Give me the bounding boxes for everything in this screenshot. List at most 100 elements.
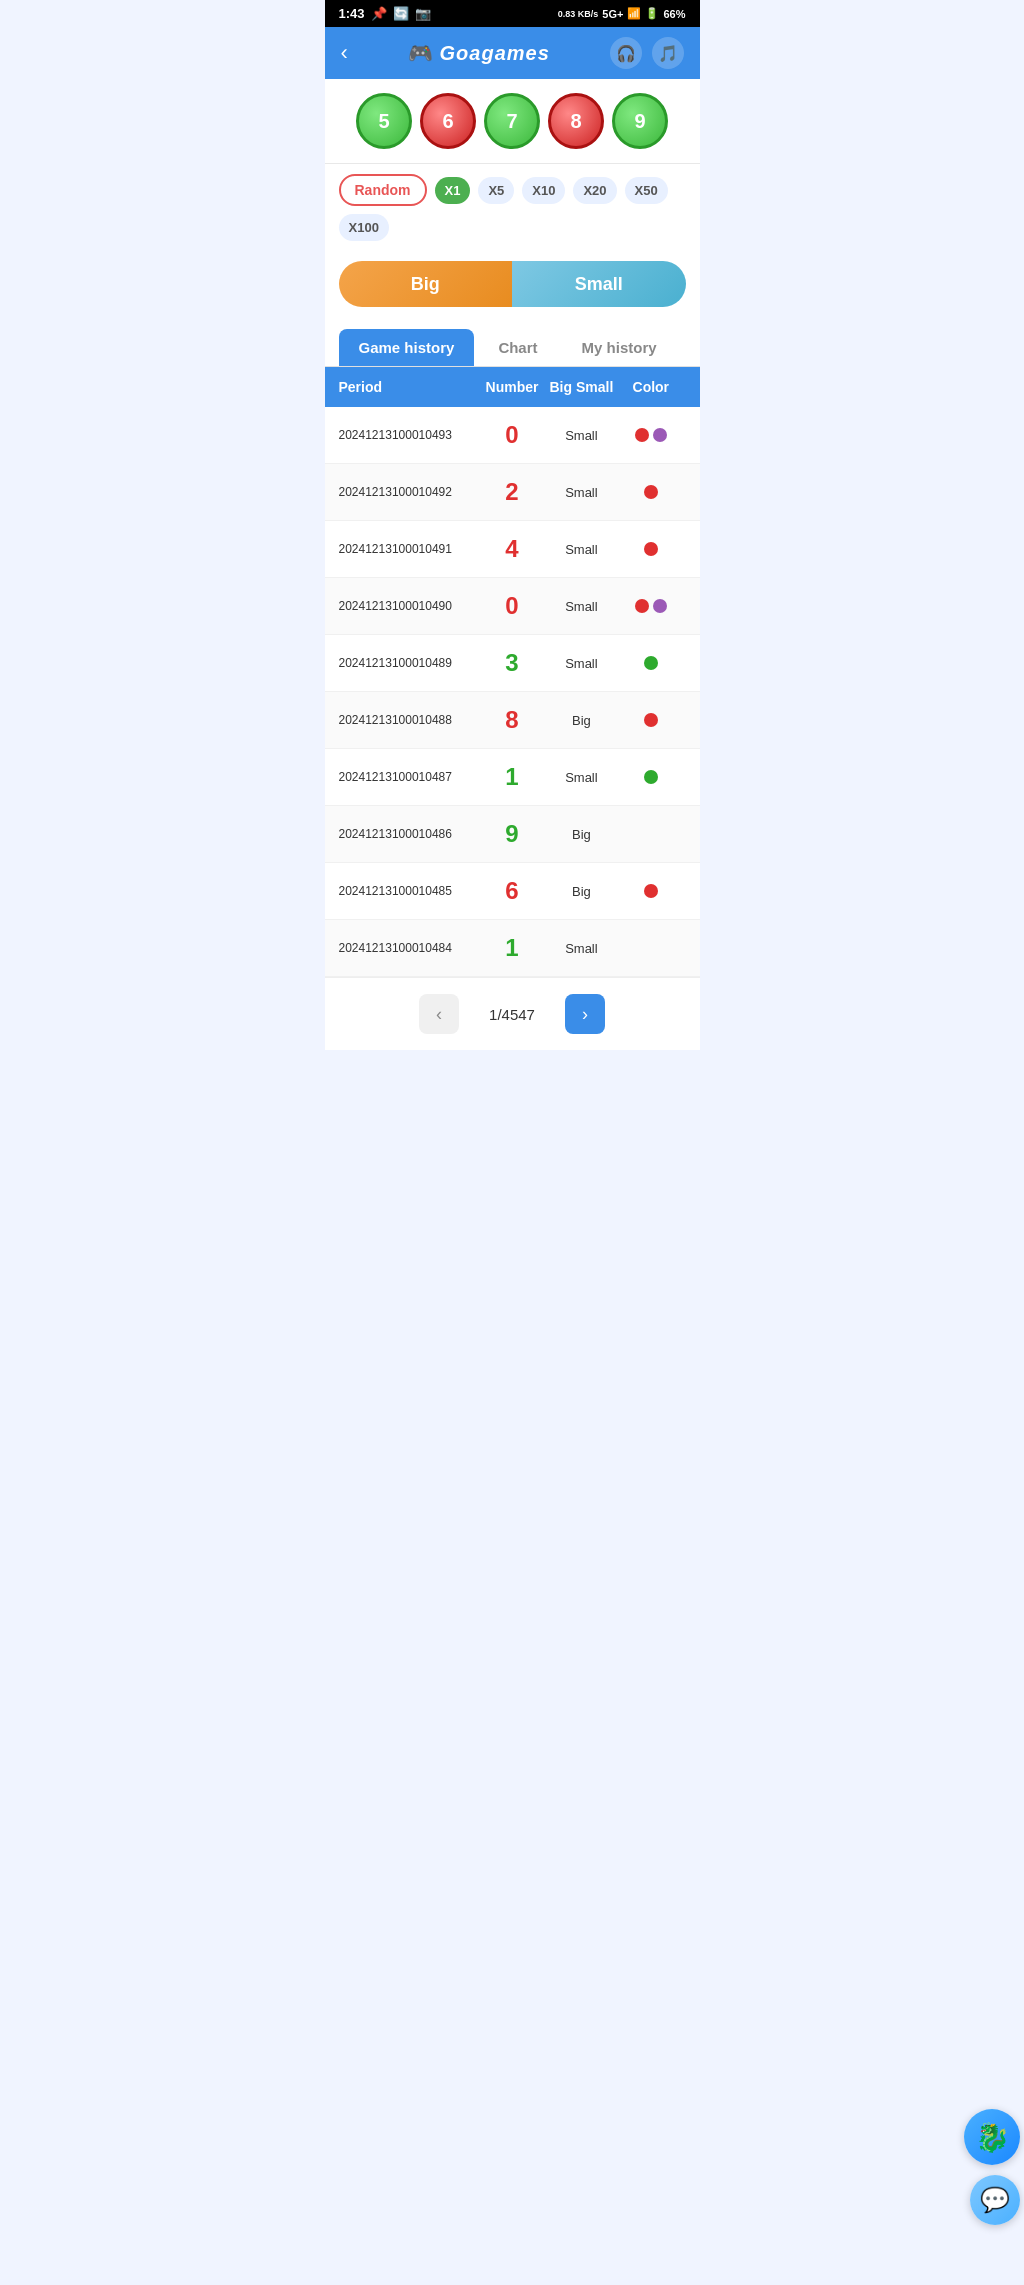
cell-color — [616, 713, 685, 727]
cell-number: 1 — [477, 934, 546, 962]
status-time: 1:43 📌 🔄 📷 — [339, 6, 431, 21]
cell-bigsmall: Big — [547, 884, 616, 899]
mult-x20-button[interactable]: X20 — [573, 177, 616, 204]
tab-chart[interactable]: Chart — [478, 329, 557, 366]
cell-color — [616, 770, 685, 784]
mult-x1-button[interactable]: X1 — [435, 177, 471, 204]
big-small-section: Big Small — [325, 251, 700, 321]
cell-color — [616, 599, 685, 613]
cell-bigsmall: Small — [547, 770, 616, 785]
header-period: Period — [339, 379, 478, 395]
cell-number: 4 — [477, 535, 546, 563]
color-dot — [644, 542, 658, 556]
cell-color — [616, 428, 685, 442]
header-bigsmall: Big Small — [547, 379, 616, 395]
header-color: Color — [616, 379, 685, 395]
color-dot — [644, 485, 658, 499]
table-row: 20241213100010490 0 Small — [325, 578, 700, 635]
ball-9[interactable]: 9 — [612, 93, 668, 149]
cell-number: 0 — [477, 421, 546, 449]
cell-number: 1 — [477, 763, 546, 791]
cell-period: 20241213100010491 — [339, 542, 478, 556]
cell-number: 8 — [477, 706, 546, 734]
table-row: 20241213100010491 4 Small — [325, 521, 700, 578]
cell-period: 20241213100010490 — [339, 599, 478, 613]
tab-my-history[interactable]: My history — [562, 329, 677, 366]
table-header: Period Number Big Small Color — [325, 367, 700, 407]
cell-number: 0 — [477, 592, 546, 620]
prev-page-button[interactable]: ‹ — [419, 994, 459, 1034]
cell-period: 20241213100010485 — [339, 884, 478, 898]
cell-bigsmall: Big — [547, 827, 616, 842]
cell-number: 3 — [477, 649, 546, 677]
cell-bigsmall: Small — [547, 599, 616, 614]
ball-6[interactable]: 6 — [420, 93, 476, 149]
cell-period: 20241213100010493 — [339, 428, 478, 442]
mult-x10-button[interactable]: X10 — [522, 177, 565, 204]
color-dot — [644, 713, 658, 727]
multiplier-section: Random X1 X5 X10 X20 X50 X100 — [325, 164, 700, 251]
profile-icon[interactable]: 🎵 — [652, 37, 684, 69]
pagination: ‹ 1/4547 › — [325, 977, 700, 1050]
cell-period: 20241213100010492 — [339, 485, 478, 499]
cell-color — [616, 485, 685, 499]
color-dot — [644, 656, 658, 670]
header-number: Number — [477, 379, 546, 395]
cell-bigsmall: Big — [547, 713, 616, 728]
app-logo: 🎮 Goagames — [408, 41, 550, 65]
tabs-wrapper: Game history Chart My history — [325, 321, 700, 367]
table-row: 20241213100010487 1 Small — [325, 749, 700, 806]
big-small-bar: Big Small — [339, 261, 686, 307]
cell-color — [616, 884, 685, 898]
mult-x50-button[interactable]: X50 — [625, 177, 668, 204]
table-body: 20241213100010493 0 Small 20241213100010… — [325, 407, 700, 977]
app-header: ‹ 🎮 Goagames 🎧 🎵 — [325, 27, 700, 79]
random-button[interactable]: Random — [339, 174, 427, 206]
cell-period: 20241213100010486 — [339, 827, 478, 841]
color-dot — [635, 428, 649, 442]
cell-number: 2 — [477, 478, 546, 506]
page-info: 1/4547 — [489, 1006, 535, 1023]
cell-period: 20241213100010487 — [339, 770, 478, 784]
cell-bigsmall: Small — [547, 941, 616, 956]
table-row: 20241213100010493 0 Small — [325, 407, 700, 464]
header-icons: 🎧 🎵 — [610, 37, 684, 69]
cell-period: 20241213100010489 — [339, 656, 478, 670]
table-row: 20241213100010489 3 Small — [325, 635, 700, 692]
color-dot — [644, 770, 658, 784]
cell-number: 6 — [477, 877, 546, 905]
number-balls-section: 5 6 7 8 9 — [325, 79, 700, 164]
small-button[interactable]: Small — [512, 261, 686, 307]
mult-x5-button[interactable]: X5 — [478, 177, 514, 204]
color-dot — [653, 428, 667, 442]
next-page-button[interactable]: › — [565, 994, 605, 1034]
table-row: 20241213100010485 6 Big — [325, 863, 700, 920]
cell-bigsmall: Small — [547, 656, 616, 671]
color-dot — [644, 884, 658, 898]
cell-period: 20241213100010484 — [339, 941, 478, 955]
color-dot — [635, 599, 649, 613]
support-icon[interactable]: 🎧 — [610, 37, 642, 69]
status-right: 0.83 KB/s 5G+ 📶 🔋 66% — [558, 7, 686, 20]
table-row: 20241213100010486 9 Big — [325, 806, 700, 863]
mult-x100-button[interactable]: X100 — [339, 214, 389, 241]
status-bar: 1:43 📌 🔄 📷 0.83 KB/s 5G+ 📶 🔋 66% — [325, 0, 700, 27]
tab-game-history[interactable]: Game history — [339, 329, 475, 366]
table-row: 20241213100010488 8 Big — [325, 692, 700, 749]
color-dot — [653, 599, 667, 613]
cell-bigsmall: Small — [547, 485, 616, 500]
table-row: 20241213100010492 2 Small — [325, 464, 700, 521]
ball-7[interactable]: 7 — [484, 93, 540, 149]
back-button[interactable]: ‹ — [341, 40, 348, 66]
ball-8[interactable]: 8 — [548, 93, 604, 149]
tabs-section: Game history Chart My history — [325, 321, 700, 367]
cell-color — [616, 656, 685, 670]
cell-period: 20241213100010488 — [339, 713, 478, 727]
cell-color — [616, 542, 685, 556]
big-button[interactable]: Big — [339, 261, 513, 307]
cell-bigsmall: Small — [547, 428, 616, 443]
ball-5[interactable]: 5 — [356, 93, 412, 149]
table-row: 20241213100010484 1 Small — [325, 920, 700, 977]
cell-bigsmall: Small — [547, 542, 616, 557]
cell-number: 9 — [477, 820, 546, 848]
